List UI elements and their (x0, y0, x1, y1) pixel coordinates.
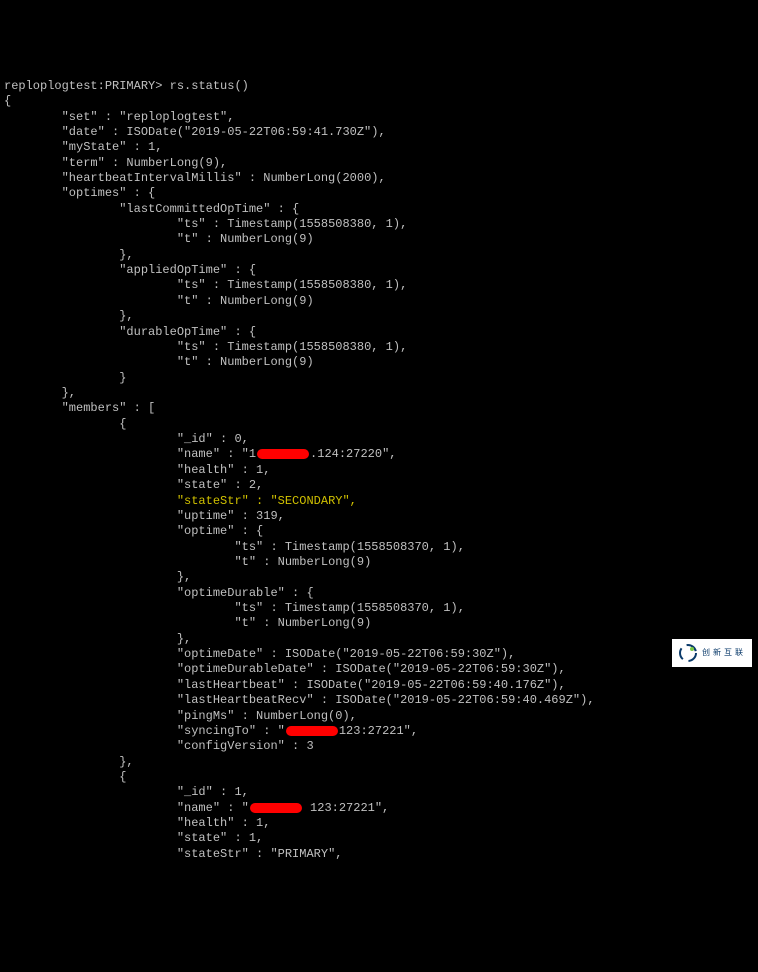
m0-lasthbrecv: ISODate("2019-05-22T06:59:40.469Z") (335, 693, 587, 707)
m0-optdur-t: NumberLong(9) (278, 616, 372, 630)
m0-optimedate: ISODate("2019-05-22T06:59:30Z") (285, 647, 508, 661)
watermark-logo: 创新互联 (672, 639, 752, 667)
redaction-bar (257, 449, 309, 459)
m0-lasthb: ISODate("2019-05-22T06:59:40.176Z") (306, 678, 558, 692)
m0-optime-t: NumberLong(9) (278, 555, 372, 569)
applied-t: NumberLong(9) (220, 294, 314, 308)
logo-text: 创新互联 (702, 649, 746, 657)
m0-optdurdate: ISODate("2019-05-22T06:59:30Z") (335, 662, 558, 676)
lastcommit-t: NumberLong(9) (220, 232, 314, 246)
lastcommit-ts: Timestamp(1558508380, 1) (227, 217, 400, 231)
m1-name-suffix: 123:27221 (310, 801, 375, 815)
set-value: reploplogtest (126, 110, 220, 124)
command-text: rs.status() (170, 79, 249, 93)
applied-ts: Timestamp(1558508380, 1) (227, 278, 400, 292)
redaction-bar (250, 803, 302, 813)
terminal-output[interactable]: reploplogtest:PRIMARY> rs.status() { "se… (0, 61, 758, 864)
m0-optime-ts: Timestamp(1558508370, 1) (285, 540, 458, 554)
m0-uptime: 319 (256, 509, 278, 523)
m1-statestr: PRIMARY (278, 847, 328, 861)
m0-optdur-ts: Timestamp(1558508370, 1) (285, 601, 458, 615)
m1-state: 1 (249, 831, 256, 845)
m0-health: 1 (256, 463, 263, 477)
prompt: reploplogtest:PRIMARY> rs.status() (4, 79, 249, 93)
date-value: ISODate("2019-05-22T06:59:41.730Z") (126, 125, 378, 139)
redaction-bar (286, 726, 338, 736)
m0-statestr-line: "stateStr" : "SECONDARY", (177, 494, 357, 508)
mystate-value: 1 (148, 140, 155, 154)
m0-state: 2 (249, 478, 256, 492)
durable-t: NumberLong(9) (220, 355, 314, 369)
m0-configver: 3 (306, 739, 313, 753)
m0-id: 0 (234, 432, 241, 446)
hb-interval: NumberLong(2000) (263, 171, 378, 185)
m1-health: 1 (256, 816, 263, 830)
term-value: NumberLong(9) (126, 156, 220, 170)
durable-ts: Timestamp(1558508380, 1) (227, 340, 400, 354)
m1-id: 1 (234, 785, 241, 799)
m0-name-suffix: .124:27220 (310, 447, 382, 461)
logo-icon (678, 643, 698, 663)
m0-pingms: NumberLong(0) (256, 709, 350, 723)
m0-syncingto-suffix: 123:27221 (339, 724, 404, 738)
